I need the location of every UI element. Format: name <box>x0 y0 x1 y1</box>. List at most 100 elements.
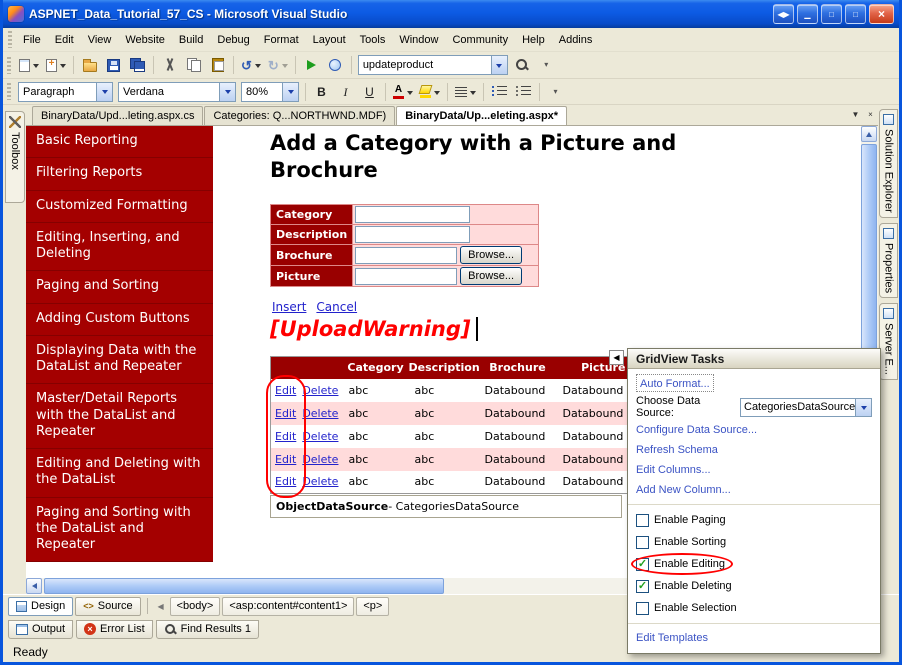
configure-data-source-link[interactable]: Configure Data Source... <box>636 420 872 440</box>
nav-customized-formatting[interactable]: Customized Formatting <box>26 191 213 223</box>
copy-button[interactable] <box>182 54 205 76</box>
tab-output[interactable]: Output <box>8 619 74 639</box>
menu-build[interactable]: Build <box>172 30 210 50</box>
dock-button[interactable]: ◀▶ <box>773 4 794 24</box>
active-files-button[interactable]: ▼ <box>848 107 863 122</box>
enable-deleting-checkbox[interactable] <box>636 579 649 593</box>
tag-body[interactable]: <body> <box>169 596 221 616</box>
undo-button[interactable]: ↺ <box>238 54 264 76</box>
menu-grip[interactable] <box>8 31 12 48</box>
grid-edit-link[interactable]: Edit <box>275 384 296 397</box>
font-combo-arrow-icon[interactable] <box>219 82 235 101</box>
nav-adding-custom-buttons[interactable]: Adding Custom Buttons <box>26 304 213 336</box>
zoom-combo-arrow-icon[interactable] <box>282 82 298 101</box>
enable-selection-checkbox[interactable] <box>636 601 649 615</box>
data-source-combo[interactable]: CategoriesDataSource <box>740 397 872 417</box>
tag-p[interactable]: <p> <box>356 596 390 616</box>
cancel-link[interactable]: Cancel <box>316 300 357 314</box>
style-combo[interactable]: Paragraph <box>18 81 113 102</box>
nav-editing-inserting-and-deleting[interactable]: Editing, Inserting, and Deleting <box>26 223 213 272</box>
menu-view[interactable]: View <box>81 30 119 50</box>
picture-textbox[interactable] <box>355 267 458 285</box>
brochure-textbox[interactable] <box>355 246 458 264</box>
menu-edit[interactable]: Edit <box>48 30 81 50</box>
doc-tab-binarydata-upd-leting-aspx-cs[interactable]: BinaryData/Upd...leting.aspx.cs <box>32 106 204 125</box>
add-item-button[interactable] <box>43 54 69 76</box>
toolbar-options-button[interactable] <box>535 54 558 76</box>
menu-community[interactable]: Community <box>445 30 515 50</box>
nav-paging-and-sorting[interactable]: Paging and Sorting <box>26 271 213 304</box>
data-source-combo-arrow-icon[interactable] <box>855 398 871 416</box>
tab-find-results[interactable]: Find Results 1 <box>155 619 259 639</box>
source-view-button[interactable]: <> Source <box>75 596 141 616</box>
enable-editing-checkbox[interactable] <box>636 557 649 571</box>
find-combo-arrow-icon[interactable] <box>490 56 507 74</box>
open-file-button[interactable] <box>78 54 101 76</box>
tab-properties[interactable]: Properties <box>879 222 898 298</box>
menu-layout[interactable]: Layout <box>306 30 353 50</box>
paste-button[interactable] <box>206 54 229 76</box>
font-color-button[interactable]: A <box>390 81 416 103</box>
bold-button[interactable]: B <box>310 81 333 103</box>
redo-button[interactable]: ↻ <box>265 54 291 76</box>
tag-nav-back-icon[interactable]: ◀ <box>154 602 168 611</box>
grid-delete-link[interactable]: Delete <box>302 475 338 488</box>
menu-window[interactable]: Window <box>392 30 445 50</box>
grid-edit-link[interactable]: Edit <box>275 430 296 443</box>
close-button[interactable]: × <box>869 4 894 24</box>
highlight-button[interactable] <box>417 81 443 103</box>
auto-format-link[interactable]: Auto Format... <box>636 374 714 392</box>
doc-tab-binarydata-up-eleting-aspx[interactable]: BinaryData/Up...eleting.aspx* <box>396 106 568 125</box>
doc-tab-categories-q-northwnd-mdf[interactable]: Categories: Q...NORTHWND.MDF) <box>204 106 396 125</box>
bullet-list-button[interactable] <box>512 81 535 103</box>
scroll-up-button[interactable] <box>861 126 877 142</box>
edit-templates-link[interactable]: Edit Templates <box>636 628 872 648</box>
grid-edit-link[interactable]: Edit <box>275 407 296 420</box>
find-combo[interactable]: updateproduct <box>357 55 508 75</box>
grid-edit-link[interactable]: Edit <box>275 475 296 488</box>
menu-format[interactable]: Format <box>257 30 306 50</box>
font-combo[interactable]: Verdana <box>118 81 236 102</box>
insert-link[interactable]: Insert <box>272 300 306 314</box>
refresh-schema-link[interactable]: Refresh Schema <box>636 440 872 460</box>
horizontal-scroll-thumb[interactable] <box>44 578 444 594</box>
tab-solution-explorer[interactable]: Solution Explorer <box>879 109 898 218</box>
menu-website[interactable]: Website <box>118 30 172 50</box>
brochure-browse-button[interactable]: Browse... <box>460 246 523 264</box>
toolbox-tab[interactable]: Toolbox <box>5 111 25 203</box>
category-textbox[interactable] <box>355 206 471 223</box>
menu-addins[interactable]: Addins <box>552 30 600 50</box>
edit-columns-link[interactable]: Edit Columns... <box>636 460 872 480</box>
grid-delete-link[interactable]: Delete <box>302 453 338 466</box>
enable-sorting-checkbox[interactable] <box>636 535 649 549</box>
zoom-combo[interactable]: 80% <box>241 81 299 102</box>
tag-asp-content-content1[interactable]: <asp:content#content1> <box>222 596 355 616</box>
close-document-button[interactable]: × <box>863 107 878 122</box>
align-button[interactable] <box>452 81 479 103</box>
grid-delete-link[interactable]: Delete <box>302 384 338 397</box>
browser-button[interactable] <box>324 54 347 76</box>
enable-paging-checkbox[interactable] <box>636 513 649 527</box>
nav-displaying-data-with-the-datalist-and-repeater[interactable]: Displaying Data with the DataList and Re… <box>26 336 213 385</box>
nav-basic-reporting[interactable]: Basic Reporting <box>26 126 213 159</box>
grid-delete-link[interactable]: Delete <box>302 430 338 443</box>
toolbar-grip[interactable] <box>7 56 11 74</box>
grid-edit-link[interactable]: Edit <box>275 453 296 466</box>
description-textbox[interactable] <box>355 226 471 243</box>
picture-browse-button[interactable]: Browse... <box>460 267 523 285</box>
style-combo-arrow-icon[interactable] <box>96 82 112 101</box>
smart-tag-arrow-button[interactable]: ◀ <box>609 350 624 365</box>
restore-button[interactable]: □ <box>845 4 866 24</box>
tab-server-explorer[interactable]: Server E... <box>879 302 898 380</box>
menu-debug[interactable]: Debug <box>210 30 256 50</box>
italic-button[interactable]: I <box>334 81 357 103</box>
cut-button[interactable] <box>158 54 181 76</box>
save-button[interactable] <box>102 54 125 76</box>
menu-tools[interactable]: Tools <box>353 30 393 50</box>
minimize-button[interactable]: ▁ <box>797 4 818 24</box>
numbered-list-button[interactable] <box>488 81 511 103</box>
add-new-column-link[interactable]: Add New Column... <box>636 480 872 500</box>
grid-delete-link[interactable]: Delete <box>302 407 338 420</box>
scroll-left-button[interactable] <box>26 578 42 594</box>
menu-file[interactable]: File <box>16 30 48 50</box>
